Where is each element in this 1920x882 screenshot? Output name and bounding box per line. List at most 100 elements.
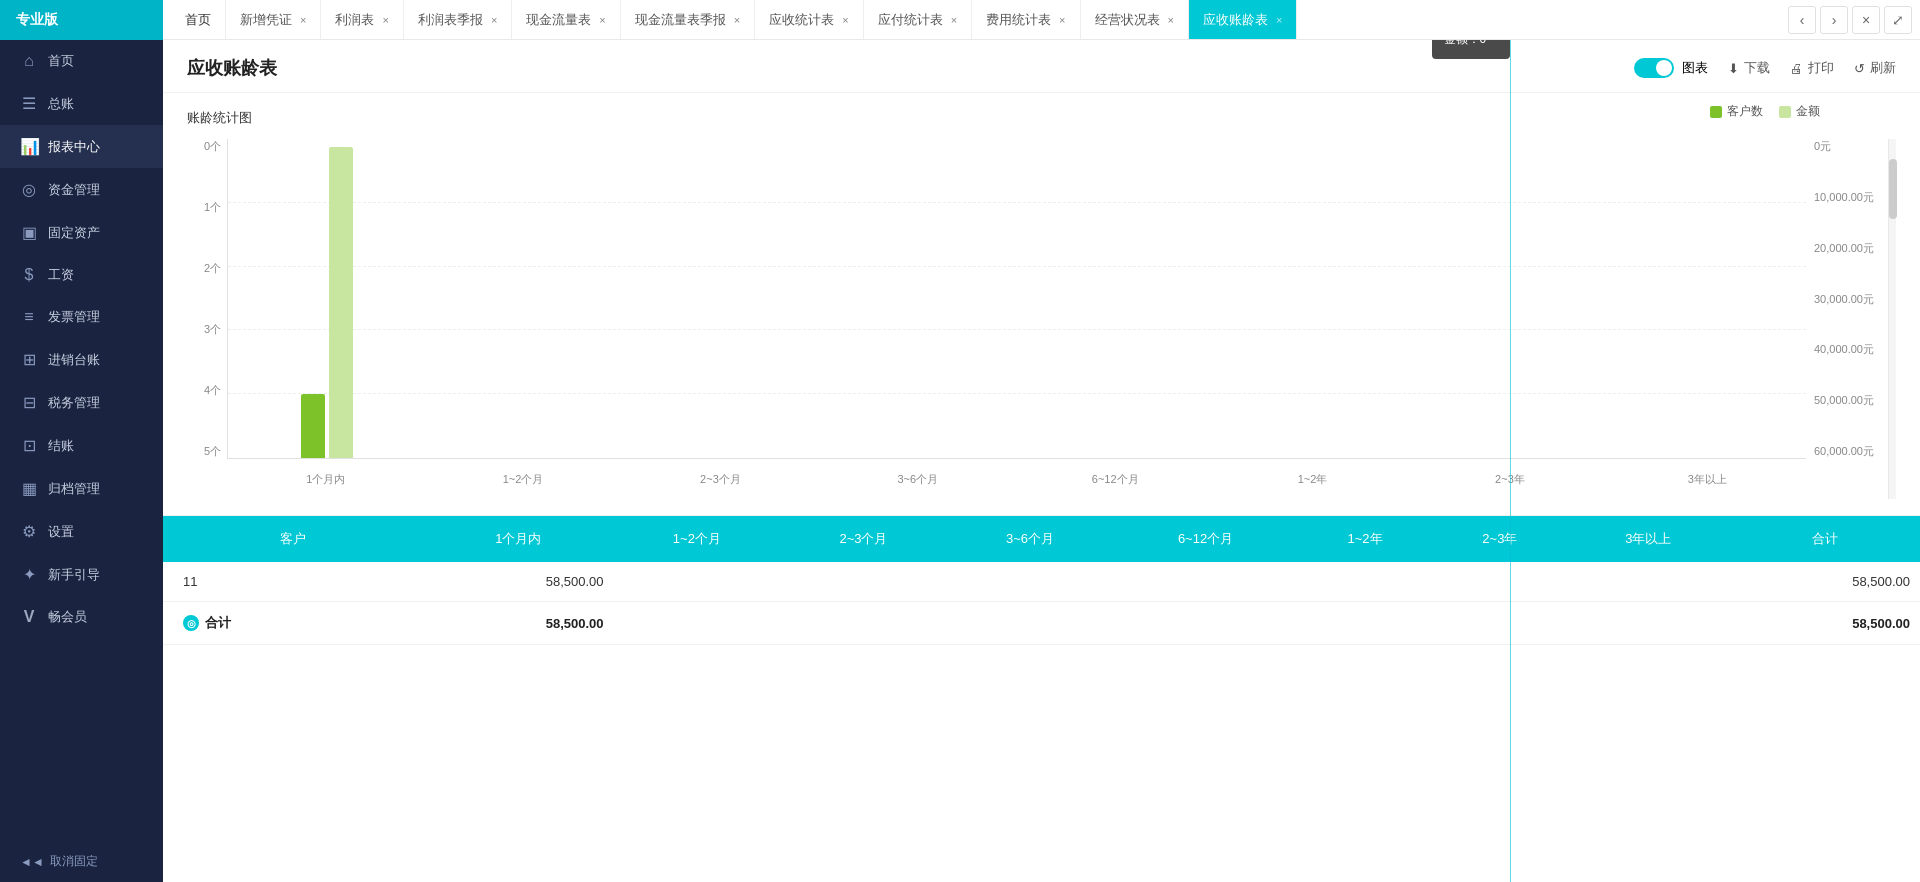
sidebar-item-settings[interactable]: ⚙ 设置 (0, 510, 163, 553)
funds-icon: ◎ (20, 180, 38, 199)
guide-icon: ✦ (20, 565, 38, 584)
y-right-label-2: 20,000.00元 (1814, 241, 1896, 256)
pin-toggle[interactable]: ◄◄ 取消固定 (0, 841, 163, 882)
td-month23 (780, 562, 947, 602)
chart-scroll-thumb[interactable] (1889, 159, 1897, 219)
toggle-track[interactable] (1634, 58, 1674, 78)
inventory-icon: ⊞ (20, 350, 38, 369)
x-label-month36: 3~6个月 (819, 472, 1016, 487)
tab-receivable-stat-label: 应收统计表 (769, 11, 834, 29)
bar-col-month23 (623, 139, 820, 458)
y-label-4: 4个 (187, 383, 221, 398)
download-button[interactable]: ⬇ 下载 (1728, 59, 1770, 77)
total-label-container: ◎ 合计 (183, 614, 413, 632)
bar-customers-month1 (301, 394, 325, 458)
y-right-label-6: 60,000.00元 (1814, 444, 1896, 459)
sidebar-item-label: 设置 (48, 523, 74, 541)
tab-aging-close[interactable]: × (1276, 14, 1282, 26)
tab-payable-stat[interactable]: 应付统计表 × (864, 0, 972, 40)
tax-icon: ⊟ (20, 393, 38, 412)
th-total: 合计 (1729, 516, 1920, 562)
x-label-year3plus: 3年以上 (1609, 472, 1806, 487)
sidebar-item-label: 结账 (48, 437, 74, 455)
archive-icon: ▦ (20, 479, 38, 498)
y-right-label-1: 10,000.00元 (1814, 190, 1896, 205)
tab-payable-stat-label: 应付统计表 (878, 11, 943, 29)
sidebar-item-tax[interactable]: ⊟ 税务管理 (0, 381, 163, 424)
tab-cashflow-quarterly[interactable]: 现金流量表季报 × (621, 0, 755, 40)
td-customer: 11 (163, 562, 423, 602)
sidebar-item-archive[interactable]: ▦ 归档管理 (0, 467, 163, 510)
tab-close-all[interactable]: × (1852, 6, 1880, 34)
bar-col-month36 (820, 139, 1017, 458)
bar-col-month612 (1017, 139, 1214, 458)
sidebar-item-reports[interactable]: 📊 报表中心 (0, 125, 163, 168)
tab-aging[interactable]: 应收账龄表 × (1189, 0, 1297, 40)
bar-col-month1 (228, 139, 425, 458)
tab-profit-quarterly-close[interactable]: × (491, 14, 497, 26)
tab-cashflow-quarterly-close[interactable]: × (734, 14, 740, 26)
chart-legend: 客户数 金额 (1710, 103, 1820, 120)
refresh-button[interactable]: ↺ 刷新 (1854, 59, 1896, 77)
sidebar-item-salary[interactable]: $ 工资 (0, 254, 163, 296)
print-button[interactable]: 🖨 打印 (1790, 59, 1834, 77)
y-label-1: 1个 (187, 200, 221, 215)
tab-operation-close[interactable]: × (1168, 14, 1174, 26)
td-total-year3plus (1567, 602, 1729, 645)
legend-customers: 客户数 (1710, 103, 1763, 120)
chart-bars-group: 2~3年 客户数：0 金额：0 (228, 139, 1806, 458)
tab-receivable-stat[interactable]: 应收统计表 × (755, 0, 863, 40)
tab-aging-label: 应收账龄表 (1203, 11, 1268, 29)
tab-cashflow[interactable]: 现金流量表 × (512, 0, 620, 40)
tab-receivable-stat-close[interactable]: × (842, 14, 848, 26)
closing-icon: ⊡ (20, 436, 38, 455)
chart-toggle[interactable]: 图表 (1634, 58, 1708, 78)
tab-cashflow-quarterly-label: 现金流量表季报 (635, 11, 726, 29)
chart-main: 2~3年 客户数：0 金额：0 (227, 139, 1806, 499)
sidebar-item-label: 资金管理 (48, 181, 100, 199)
x-label-month1: 1个月内 (227, 472, 424, 487)
sidebar-item-label: 新手引导 (48, 566, 100, 584)
chart-right-axis: 60,000.00元 50,000.00元 40,000.00元 30,000.… (1806, 139, 1896, 499)
td-month36 (947, 562, 1114, 602)
tab-maximize[interactable]: ⤢ (1884, 6, 1912, 34)
sidebar-item-assets[interactable]: ▣ 固定资产 (0, 211, 163, 254)
reports-icon: 📊 (20, 137, 38, 156)
tab-voucher-close[interactable]: × (300, 14, 306, 26)
tab-profit[interactable]: 利润表 × (321, 0, 403, 40)
assets-icon: ▣ (20, 223, 38, 242)
tab-expense-stat[interactable]: 费用统计表 × (972, 0, 1080, 40)
sidebar-item-inventory[interactable]: ⊞ 进销台账 (0, 338, 163, 381)
tab-payable-stat-close[interactable]: × (951, 14, 957, 26)
tab-profit-quarterly[interactable]: 利润表季报 × (404, 0, 512, 40)
td-month1: 58,500.00 (423, 562, 614, 602)
sidebar-item-funds[interactable]: ◎ 资金管理 (0, 168, 163, 211)
th-month12: 1~2个月 (614, 516, 781, 562)
tab-scroll-left[interactable]: ‹ (1788, 6, 1816, 34)
sidebar-item-home[interactable]: ⌂ 首页 (0, 40, 163, 82)
sidebar-item-membership[interactable]: V 畅会员 (0, 596, 163, 638)
tab-cashflow-close[interactable]: × (599, 14, 605, 26)
table-total-row: ◎ 合计 58,500.00 58,500.00 (163, 602, 1920, 645)
pin-label: 取消固定 (50, 853, 98, 870)
tab-operation[interactable]: 经营状况表 × (1081, 0, 1189, 40)
membership-icon: V (20, 608, 38, 626)
chart-scrollbar[interactable] (1888, 139, 1896, 499)
chart-x-labels: 1个月内 1~2个月 2~3个月 3~6个月 6~12个月 1~2年 2~3年 … (227, 459, 1806, 499)
sidebar-item-ledger[interactable]: ☰ 总账 (0, 82, 163, 125)
tab-scroll-right[interactable]: › (1820, 6, 1848, 34)
sidebar-item-closing[interactable]: ⊡ 结账 (0, 424, 163, 467)
sidebar-item-guide[interactable]: ✦ 新手引导 (0, 553, 163, 596)
print-label: 打印 (1808, 59, 1834, 77)
tab-home[interactable]: 首页 (171, 0, 226, 40)
chart-plot: 2~3年 客户数：0 金额：0 (227, 139, 1806, 459)
chart-title: 账龄统计图 (187, 109, 1896, 127)
sidebar-item-invoice[interactable]: ≡ 发票管理 (0, 296, 163, 338)
tab-expense-stat-close[interactable]: × (1059, 14, 1065, 26)
tab-profit-close[interactable]: × (382, 14, 388, 26)
chart-crosshair (1510, 40, 1511, 882)
tab-voucher[interactable]: 新增凭证 × (226, 0, 321, 40)
sidebar-item-label: 畅会员 (48, 608, 87, 626)
th-month23: 2~3个月 (780, 516, 947, 562)
data-table-container: 客户 1个月内 1~2个月 2~3个月 3~6个月 6~12个月 1~2年 2~… (163, 516, 1920, 645)
